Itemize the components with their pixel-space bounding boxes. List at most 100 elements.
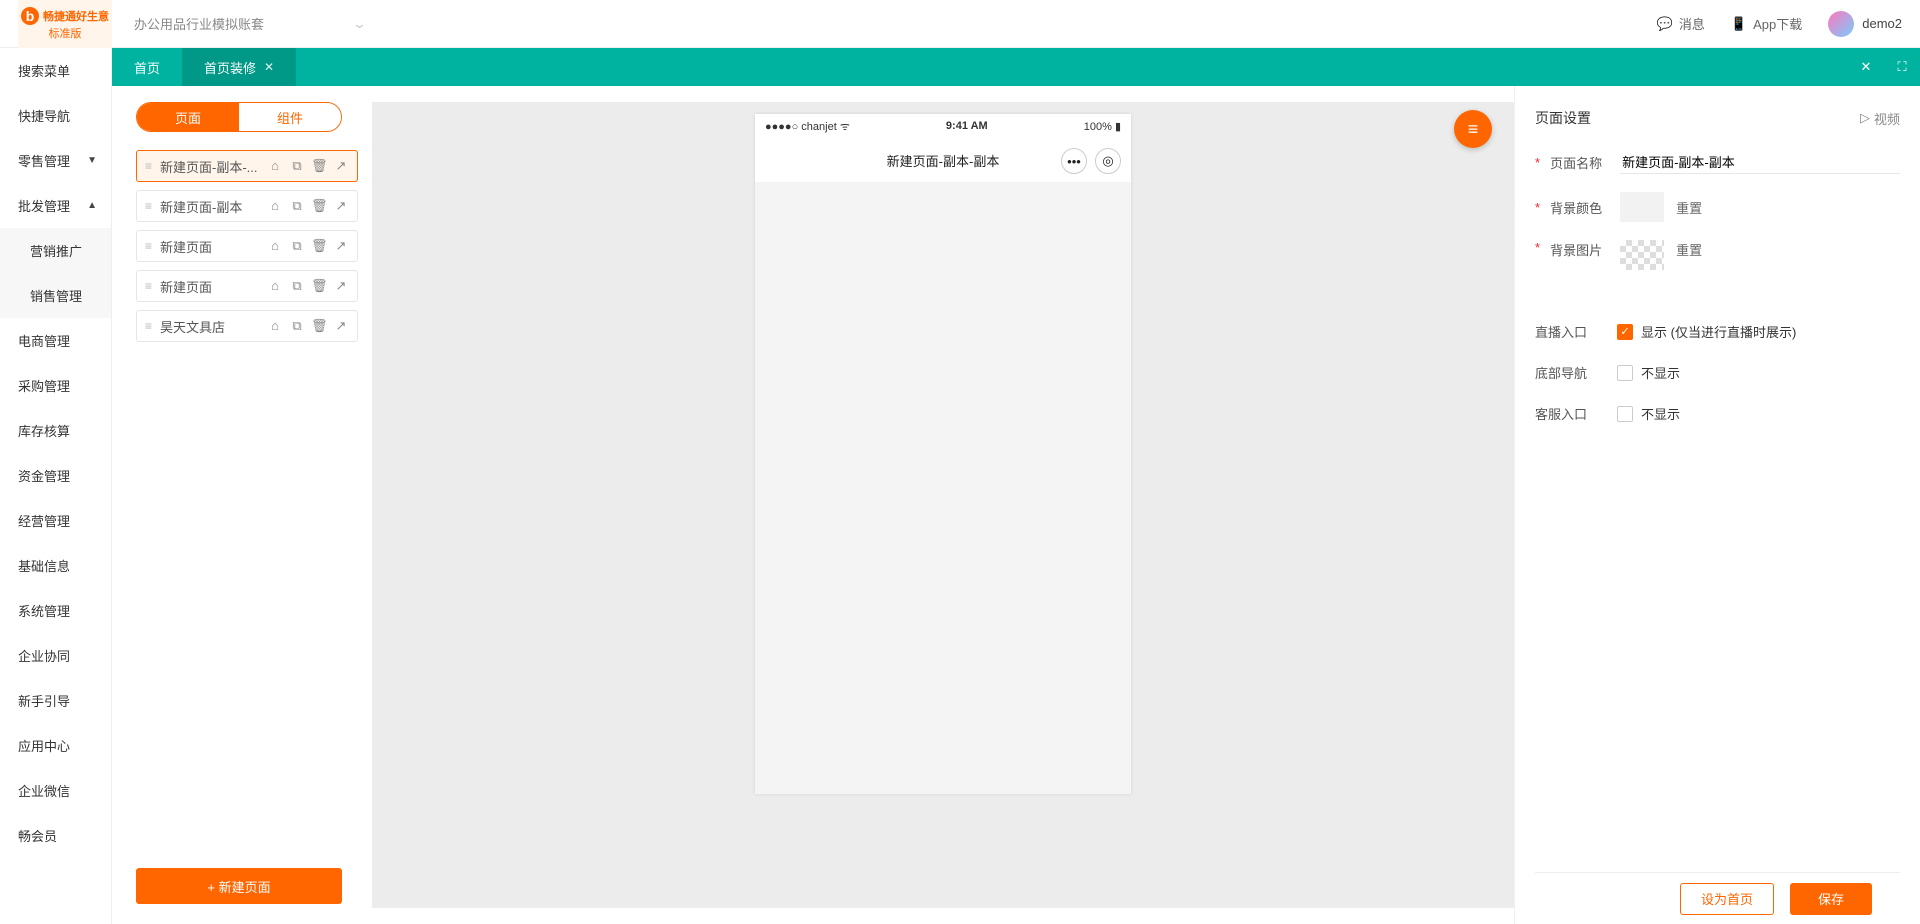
account-selector[interactable]: 办公用品行业模拟账套 ⌄ xyxy=(128,10,371,37)
copy-icon[interactable]: ⧉ xyxy=(289,238,305,254)
page-row[interactable]: ≡新建页面⌂⧉🗑↗ xyxy=(136,270,358,302)
home-icon[interactable]: ⌂ xyxy=(267,318,283,334)
delete-icon[interactable]: 🗑 xyxy=(311,278,327,294)
tab-fullscreen-button[interactable]: ⛶ xyxy=(1884,48,1920,86)
nav-item-label: 批发管理 xyxy=(18,196,70,215)
bg-color-reset[interactable]: 重置 xyxy=(1676,198,1702,217)
new-page-label: + 新建页面 xyxy=(207,877,270,896)
bg-image-swatch[interactable] xyxy=(1620,240,1664,270)
nav-item[interactable]: 经营管理 xyxy=(0,498,111,543)
set-home-label: 设为首页 xyxy=(1701,889,1753,908)
chevron-down-icon: ⌄ xyxy=(352,16,367,32)
page-row-name: 昊天文具店 xyxy=(160,317,267,336)
copy-icon[interactable]: ⧉ xyxy=(289,278,305,294)
nav-item[interactable]: 应用中心 xyxy=(0,723,111,768)
share-icon[interactable]: ↗ xyxy=(333,198,349,214)
logo-subtitle: 标准版 xyxy=(49,25,82,41)
miniapp-target-icon[interactable]: ◎ xyxy=(1095,148,1121,174)
nav-item-label: 电商管理 xyxy=(18,331,70,350)
bg-image-label: 背景图片 xyxy=(1550,240,1620,259)
canvas-menu-fab[interactable]: ≡ xyxy=(1454,110,1492,148)
miniapp-more-icon[interactable]: ••• xyxy=(1061,148,1087,174)
left-nav: 搜索菜单快捷导航零售管理▼ 批发管理 ▲ 营销推广销售管理电商管理采购管理库存核算资金… xyxy=(0,48,112,924)
tab[interactable]: 首页装修✕ xyxy=(182,48,296,86)
copy-icon[interactable]: ⧉ xyxy=(289,318,305,334)
nav-item[interactable]: 电商管理 xyxy=(0,318,111,363)
set-home-button[interactable]: 设为首页 xyxy=(1680,883,1774,915)
copy-icon[interactable]: ⧉ xyxy=(289,158,305,174)
home-icon[interactable]: ⌂ xyxy=(267,198,283,214)
page-list-panel: 页面 组件 ≡新建页面-副本-...⌂⧉🗑↗≡新建页面-副本⌂⧉🗑↗≡新建页面⌂… xyxy=(112,86,372,924)
play-icon: ▷ xyxy=(1860,110,1870,126)
share-icon[interactable]: ↗ xyxy=(333,158,349,174)
user-name: demo2 xyxy=(1862,16,1902,31)
required-icon: * xyxy=(1535,240,1540,255)
nav-item-label: 搜索菜单 xyxy=(18,61,70,80)
page-row[interactable]: ≡新建页面-副本⌂⧉🗑↗ xyxy=(136,190,358,222)
nav-item[interactable]: 企业协同 xyxy=(0,633,111,678)
nav-item[interactable]: 快捷导航 xyxy=(0,93,111,138)
close-icon[interactable]: ✕ xyxy=(264,60,274,74)
bottom-nav-text: 不显示 xyxy=(1641,363,1680,382)
nav-item[interactable]: 采购管理 xyxy=(0,363,111,408)
tab[interactable]: 首页 xyxy=(112,48,182,86)
nav-item[interactable]: 基础信息 xyxy=(0,543,111,588)
page-name-label: 页面名称 xyxy=(1550,153,1620,172)
drag-handle-icon[interactable]: ≡ xyxy=(145,279,152,293)
drag-handle-icon[interactable]: ≡ xyxy=(145,239,152,253)
nav-item-label: 系统管理 xyxy=(18,601,70,620)
video-help-link[interactable]: ▷ 视频 xyxy=(1860,109,1900,128)
tab-close-button[interactable]: ✕ xyxy=(1848,48,1884,86)
nav-item[interactable]: 库存核算 xyxy=(0,408,111,453)
delete-icon[interactable]: 🗑 xyxy=(311,158,327,174)
home-icon[interactable]: ⌂ xyxy=(267,158,283,174)
page-name-input[interactable] xyxy=(1620,150,1900,174)
segment-pages[interactable]: 页面 xyxy=(137,103,239,131)
nav-item[interactable]: 零售管理▼ xyxy=(0,138,111,183)
segment-components[interactable]: 组件 xyxy=(239,103,341,131)
home-icon[interactable]: ⌂ xyxy=(267,238,283,254)
nav-item[interactable]: 销售管理 xyxy=(0,273,111,318)
nav-item[interactable]: 畅会员 xyxy=(0,813,111,858)
carrier-label: ●●●●○ chanjet ᯤ xyxy=(765,119,850,134)
nav-item[interactable]: 新手引导 xyxy=(0,678,111,723)
nav-item[interactable]: 系统管理 xyxy=(0,588,111,633)
page-row[interactable]: ≡ 昊天文具店⌂ ⧉ 🗑 ↗ xyxy=(136,310,358,342)
bg-color-swatch[interactable] xyxy=(1620,192,1664,222)
drag-handle-icon[interactable]: ≡ xyxy=(145,199,152,213)
drag-handle-icon[interactable]: ≡ xyxy=(145,159,152,173)
nav-item[interactable]: 营销推广 xyxy=(0,228,111,273)
share-icon[interactable]: ↗ xyxy=(333,278,349,294)
nav-item[interactable]: 资金管理 xyxy=(0,453,111,498)
page-row[interactable]: ≡新建页面⌂⧉🗑↗ xyxy=(136,230,358,262)
delete-icon[interactable]: 🗑 xyxy=(311,318,327,334)
share-icon[interactable]: ↗ xyxy=(333,318,349,334)
save-button[interactable]: 保存 xyxy=(1790,883,1872,915)
bottom-nav-label: 底部导航 xyxy=(1535,363,1617,382)
drag-handle-icon[interactable]: ≡ xyxy=(145,319,152,333)
copy-icon[interactable]: ⧉ xyxy=(289,198,305,214)
bottom-nav-checkbox[interactable] xyxy=(1617,365,1633,381)
home-icon[interactable]: ⌂ xyxy=(267,278,283,294)
user-menu[interactable]: demo2 xyxy=(1828,11,1902,37)
tab-strip: 首页首页装修✕ ✕ ⛶ xyxy=(112,48,1920,86)
delete-icon[interactable]: 🗑 xyxy=(311,238,327,254)
messages-button[interactable]: 💬 消息 xyxy=(1657,14,1705,33)
share-icon[interactable]: ↗ xyxy=(333,238,349,254)
delete-icon[interactable]: 🗑 xyxy=(311,198,327,214)
nav-item-label: 基础信息 xyxy=(18,556,70,575)
nav-item[interactable]: 批发管理 ▲ xyxy=(0,183,111,228)
page-row[interactable]: ≡新建页面-副本-...⌂⧉🗑↗ xyxy=(136,150,358,182)
new-page-button[interactable]: + 新建页面 xyxy=(136,868,342,904)
live-entry-checkbox[interactable]: ✓ xyxy=(1617,324,1633,340)
caret-icon: ▲ xyxy=(87,200,97,211)
service-entry-checkbox[interactable] xyxy=(1617,406,1633,422)
bg-image-reset[interactable]: 重置 xyxy=(1676,240,1702,259)
nav-item[interactable]: 搜索菜单 xyxy=(0,48,111,93)
nav-item[interactable]: 企业微信 xyxy=(0,768,111,813)
nav-item-label: 资金管理 xyxy=(18,466,70,485)
bg-color-label: 背景颜色 xyxy=(1550,198,1620,217)
nav-item-label: 销售管理 xyxy=(30,286,82,305)
app-download-button[interactable]: 📱 App下载 xyxy=(1731,14,1802,33)
settings-footer: 设为首页 保存 xyxy=(1535,872,1900,924)
